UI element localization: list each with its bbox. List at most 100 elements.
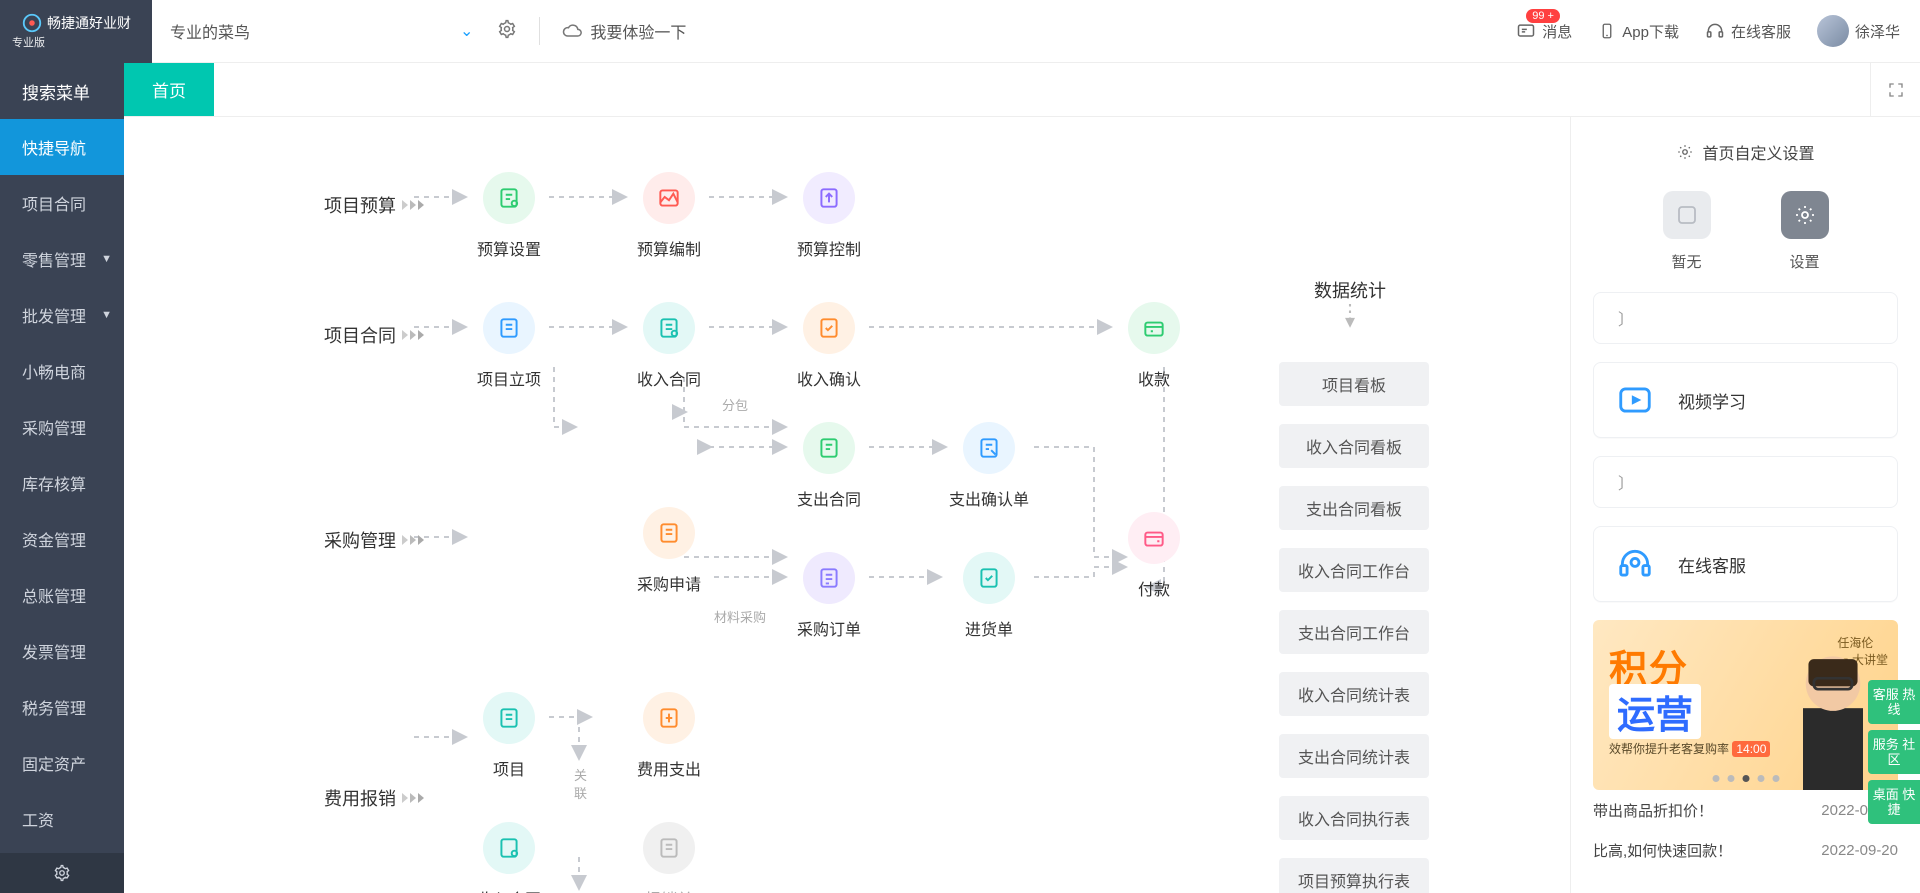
phone-icon <box>1598 21 1616 41</box>
user-name: 徐泽华 <box>1855 21 1900 42</box>
node-expense[interactable]: 费用支出 <box>629 692 709 780</box>
tile-none[interactable]: 暂无 <box>1663 191 1711 272</box>
sidebar-item-5[interactable]: 小畅电商 <box>0 343 124 399</box>
gear-icon <box>53 864 71 882</box>
float-desktop-shortcut[interactable]: 桌面 快捷 <box>1868 780 1920 824</box>
message-icon <box>1516 21 1536 41</box>
tab-home[interactable]: 首页 <box>124 63 214 116</box>
float-hotline[interactable]: 客服 热线 <box>1868 680 1920 724</box>
experience-link[interactable]: 我要体验一下 <box>562 19 686 43</box>
node-budget-ctrl[interactable]: 预算控制 <box>789 172 869 260</box>
experience-label: 我要体验一下 <box>590 19 686 43</box>
carousel-dots[interactable] <box>1712 775 1779 782</box>
video-icon <box>1616 381 1654 419</box>
rpanel-tiles: 暂无 设置 <box>1571 187 1920 292</box>
sidebar-item-13[interactable]: 工资 <box>0 791 124 847</box>
stat-button-0[interactable]: 项目看板 <box>1279 362 1429 406</box>
node-expense-form[interactable]: 报销单 <box>629 822 709 893</box>
node-project-init[interactable]: 项目立项 <box>469 302 549 390</box>
sidebar-item-7[interactable]: 库存核算 <box>0 455 124 511</box>
sidebar-item-0[interactable]: 搜索菜单 <box>0 63 124 119</box>
stat-button-8[interactable]: 项目预算执行表 <box>1279 858 1429 893</box>
app-download-link[interactable]: App下载 <box>1598 21 1679 42</box>
node-receipt[interactable]: 收款 <box>1114 302 1194 390</box>
node-income-contract-2[interactable]: 收入合同 <box>469 822 549 893</box>
news-date: 2022-09-20 <box>1821 842 1898 859</box>
news-title: 带出商品折扣价！ <box>1593 800 1713 821</box>
sidebar-item-6[interactable]: 采购管理 <box>0 399 124 455</box>
chevron-down-icon: ⌄ <box>460 21 473 41</box>
user-menu[interactable]: 徐泽华 <box>1817 15 1900 47</box>
workflow-canvas[interactable]: 项目预算 项目合同 采购管理 费用报销 预算设置 预算编制 预算控制 项目立项 … <box>124 117 1570 893</box>
promo-banner[interactable]: 积分 运营 效帮你提升老客复购率 14:00 任海伦▭ 大讲堂 <box>1593 620 1898 790</box>
node-goods-in[interactable]: 进货单 <box>949 552 1029 640</box>
partial-card-mid[interactable]: 〕 <box>1593 456 1898 508</box>
rpanel-title[interactable]: 首页自定义设置 <box>1571 117 1920 187</box>
tile-settings[interactable]: 设置 <box>1781 191 1829 272</box>
node-out-contract[interactable]: 支出合同 <box>789 422 869 510</box>
dots-vert-icon: ⋮▾ <box>1340 307 1360 327</box>
fullscreen-icon <box>1887 81 1905 99</box>
tile-settings-label: 设置 <box>1789 251 1819 272</box>
messages-link[interactable]: 99 + 消息 <box>1516 21 1572 42</box>
quick-video-label: 视频学习 <box>1678 388 1746 413</box>
arrow-tri-icon <box>402 535 424 545</box>
news-row-1[interactable]: 比高,如何快速回款！2022-09-20 <box>1593 830 1898 870</box>
org-selector[interactable]: 专业的菜鸟 ⌄ <box>170 19 473 43</box>
sidebar-item-3[interactable]: 零售管理▼ <box>0 231 124 287</box>
product-edition: 专业版 <box>12 34 45 50</box>
section-expense: 费用报销 <box>324 785 424 811</box>
rpanel-title-text: 首页自定义设置 <box>1702 140 1814 164</box>
node-pay[interactable]: 付款 <box>1114 512 1194 600</box>
stat-button-6[interactable]: 支出合同统计表 <box>1279 734 1429 778</box>
node-po[interactable]: 采购订单 <box>789 552 869 640</box>
product-logo-block: 畅捷通好业财 专业版 <box>0 0 152 63</box>
online-service-link[interactable]: 在线客服 <box>1705 21 1791 42</box>
tile-none-icon <box>1663 191 1711 239</box>
node-project[interactable]: 项目 <box>469 692 549 780</box>
section-contract: 项目合同 <box>324 322 424 348</box>
float-community[interactable]: 服务 社区 <box>1868 730 1920 774</box>
sidebar-item-4[interactable]: 批发管理▼ <box>0 287 124 343</box>
sidebar-item-2[interactable]: 项目合同 <box>0 175 124 231</box>
node-out-ack[interactable]: 支出确认单 <box>949 422 1029 510</box>
node-budget-set[interactable]: 预算设置 <box>469 172 549 260</box>
stat-button-3[interactable]: 收入合同工作台 <box>1279 548 1429 592</box>
org-settings-icon[interactable] <box>497 19 517 44</box>
node-income-ack[interactable]: 收入确认 <box>789 302 869 390</box>
divider <box>539 17 540 45</box>
stat-button-5[interactable]: 收入合同统计表 <box>1279 672 1429 716</box>
sidebar-item-12[interactable]: 固定资产 <box>0 735 124 791</box>
online-service-label: 在线客服 <box>1731 21 1791 42</box>
label-fenbao: 分包 <box>722 395 748 414</box>
floating-support-buttons: 客服 热线 服务 社区 桌面 快捷 <box>1868 680 1920 824</box>
gear-icon <box>1676 143 1694 161</box>
sidebar-item-10[interactable]: 发票管理 <box>0 623 124 679</box>
node-budget-edit[interactable]: 预算编制 <box>629 172 709 260</box>
node-income-contract[interactable]: 收入合同 <box>629 302 709 390</box>
node-purchase-req[interactable]: 采购申请 <box>629 507 709 595</box>
stats-title: 数据统计 <box>1314 277 1386 303</box>
section-procurement: 采购管理 <box>324 527 424 553</box>
partial-card-top[interactable]: 〕 <box>1593 292 1898 344</box>
sidebar-item-8[interactable]: 资金管理 <box>0 511 124 567</box>
news-row-0[interactable]: 带出商品折扣价！2022-09-20 <box>1593 790 1898 830</box>
fullscreen-button[interactable] <box>1870 63 1920 117</box>
stats-button-column: 项目看板收入合同看板支出合同看板收入合同工作台支出合同工作台收入合同统计表支出合… <box>1279 362 1429 893</box>
quick-video-learning[interactable]: 视频学习 <box>1593 362 1898 438</box>
sidebar-settings-button[interactable] <box>0 853 124 893</box>
stat-button-2[interactable]: 支出合同看板 <box>1279 486 1429 530</box>
label-assoc-b: 联 <box>574 783 587 802</box>
tabs-bar: 首页 <box>124 63 1920 117</box>
sidebar-item-11[interactable]: 税务管理 <box>0 679 124 735</box>
sidebar-item-1[interactable]: 快捷导航 <box>0 119 124 175</box>
tile-none-label: 暂无 <box>1671 251 1701 272</box>
main-area: 项目预算 项目合同 采购管理 费用报销 预算设置 预算编制 预算控制 项目立项 … <box>124 117 1920 893</box>
sidebar-item-9[interactable]: 总账管理 <box>0 567 124 623</box>
stat-button-1[interactable]: 收入合同看板 <box>1279 424 1429 468</box>
header-right: 99 + 消息 App下载 在线客服 徐泽华 <box>1516 15 1900 47</box>
stat-button-7[interactable]: 收入合同执行表 <box>1279 796 1429 840</box>
quick-online-service[interactable]: 在线客服 <box>1593 526 1898 602</box>
stat-button-4[interactable]: 支出合同工作台 <box>1279 610 1429 654</box>
caret-down-icon: ▼ <box>101 253 112 265</box>
